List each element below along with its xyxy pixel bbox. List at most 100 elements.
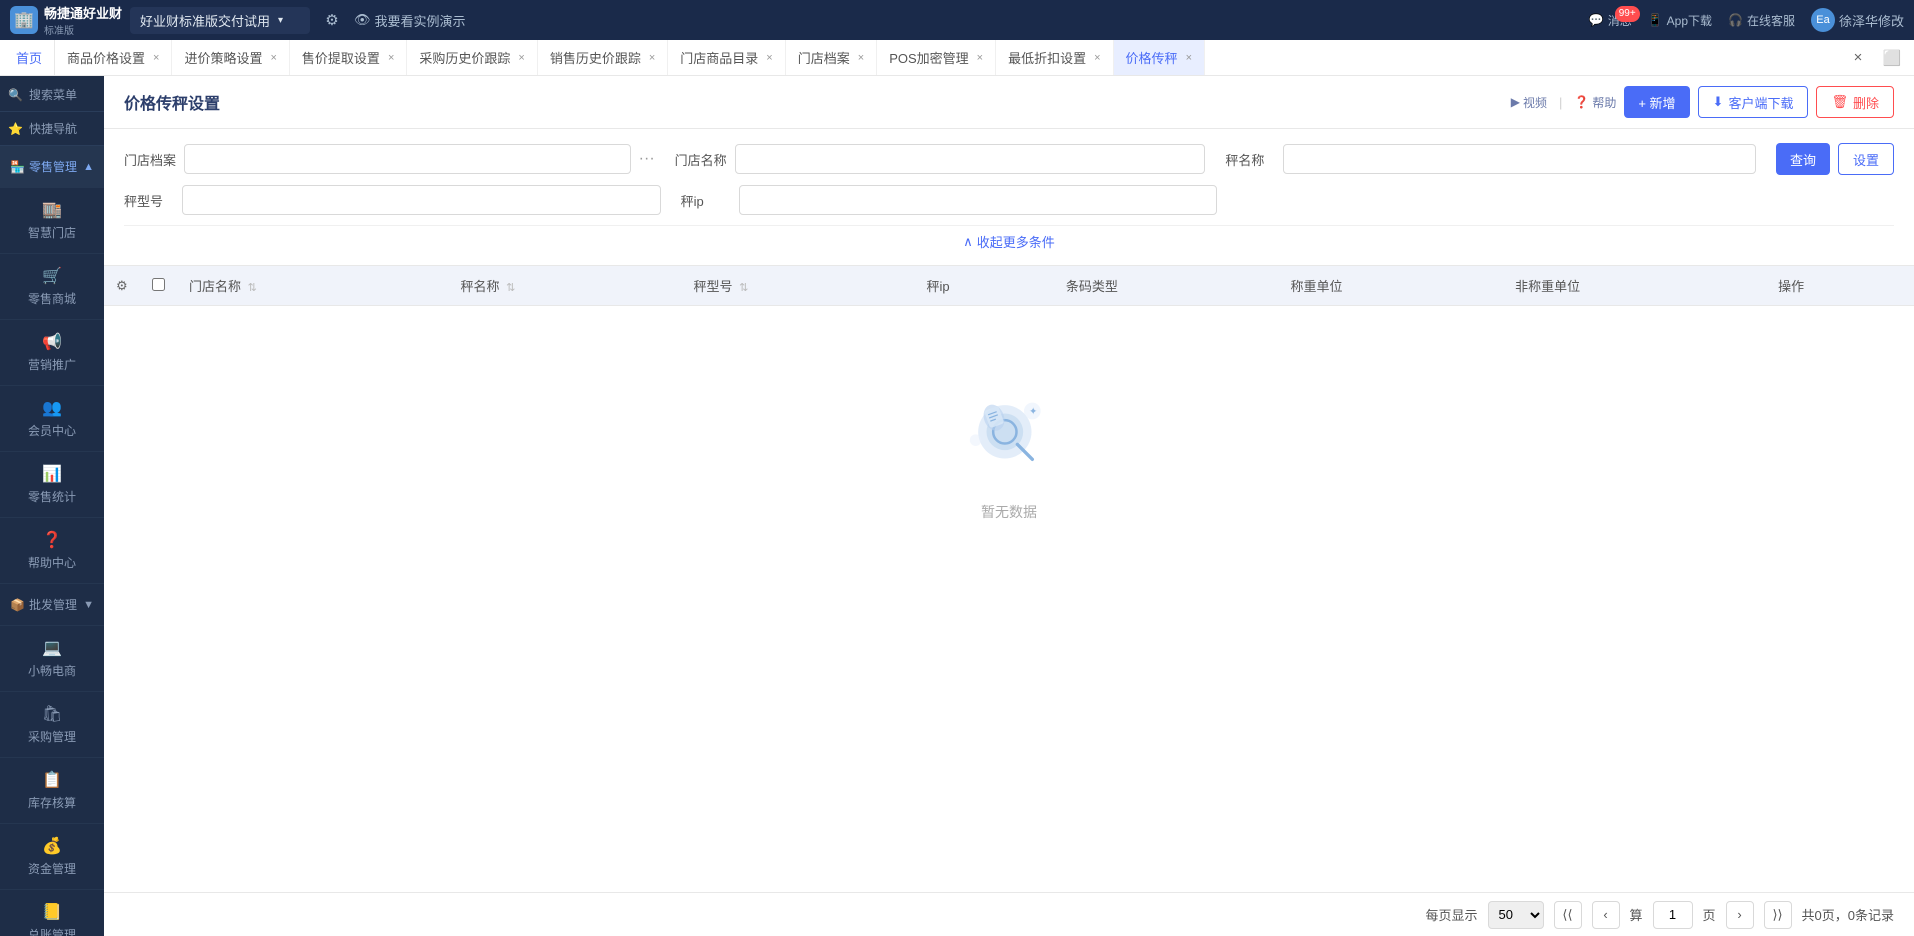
gear-icon: ⚙	[325, 11, 338, 29]
table-col-checkbox[interactable]	[140, 266, 177, 306]
message-icon: 💬	[1589, 13, 1604, 27]
sidebar-item-help-center[interactable]: ❓ 帮助中心	[0, 518, 104, 584]
close-icon[interactable]: ×	[153, 52, 159, 64]
delete-button[interactable]: 🗑 删除	[1816, 86, 1894, 118]
close-icon[interactable]: ×	[858, 52, 864, 64]
sidebar-item-inventory[interactable]: 📋 库存核算	[0, 758, 104, 824]
app-title-main: 畅捷通好业财	[44, 3, 122, 22]
store-name-input[interactable]	[735, 144, 1206, 174]
col-operation-label: 操作	[1778, 279, 1804, 294]
download-button[interactable]: ⬇ 客户端下载	[1698, 86, 1809, 118]
version-dropdown[interactable]: 好业财标准版交付试用 ▾	[130, 7, 310, 34]
sidebar-search-label: 搜索菜单	[29, 86, 77, 103]
sidebar-item-general-ledger[interactable]: 📒 总账管理	[0, 890, 104, 936]
sidebar-item-marketing[interactable]: 📢 营销推广	[0, 320, 104, 386]
settings-button[interactable]: 设置	[1838, 143, 1894, 175]
store-profile-input[interactable]	[184, 144, 631, 174]
scale-name-input[interactable]	[1283, 144, 1756, 174]
query-button[interactable]: 查询	[1776, 143, 1830, 175]
close-icon[interactable]: ×	[388, 52, 394, 64]
last-page-btn[interactable]: ⟩⟩	[1764, 901, 1792, 929]
tab-min-discount[interactable]: 最低折扣设置 ×	[996, 40, 1113, 76]
sort-icon[interactable]: ⇅	[248, 282, 257, 294]
close-icon[interactable]: ×	[649, 52, 655, 64]
empty-text: 暂无数据	[981, 502, 1037, 522]
empty-state-cell: ✦ 暂无数据	[104, 306, 1914, 603]
table-body: ✦ 暂无数据	[104, 306, 1914, 603]
sidebar-item-purchase[interactable]: 🛍 采购管理	[0, 692, 104, 758]
tab-store-profile[interactable]: 门店档案 ×	[786, 40, 877, 76]
scale-ip-input[interactable]	[739, 185, 1218, 215]
add-button[interactable]: + 新增	[1624, 86, 1689, 118]
help-link[interactable]: ❓ 帮助	[1574, 94, 1616, 111]
close-icon[interactable]: ×	[766, 52, 772, 64]
col-scale-model: 秤型号 ⇅	[682, 266, 915, 306]
retail-mgmt-icon: 🏪	[10, 160, 25, 174]
sidebar-item-retail-mgmt[interactable]: 🏪 零售管理 ▲	[0, 146, 104, 188]
sidebar-item-retail-mall[interactable]: 🛒 零售商城	[0, 254, 104, 320]
user-avatar-icon: Ea	[1816, 14, 1829, 26]
online-service-action[interactable]: 🎧 在线客服	[1728, 12, 1795, 29]
tab-purchase-strategy[interactable]: 进价策略设置 ×	[172, 40, 289, 76]
close-icon[interactable]: ×	[977, 52, 983, 64]
sidebar-item-wholesale[interactable]: 📦 批发管理 ▼	[0, 584, 104, 626]
tab-sale-extract[interactable]: 售价提取设置 ×	[290, 40, 407, 76]
tab-product-price-label: 商品价格设置	[67, 48, 145, 67]
close-icon[interactable]: ×	[270, 52, 276, 64]
sidebar-item-smart-store[interactable]: 🏬 智慧门店	[0, 188, 104, 254]
prev-page-btn[interactable]: ‹	[1592, 901, 1620, 929]
sort-icon[interactable]: ⇅	[739, 282, 748, 294]
tab-home[interactable]: 首页	[4, 40, 55, 76]
user-info[interactable]: Ea 徐泽华修改	[1811, 8, 1904, 32]
close-icon[interactable]: ×	[1186, 52, 1192, 64]
help-label: 帮助中心	[28, 554, 76, 571]
sidebar-item-ecommerce[interactable]: 💻 小畅电商	[0, 626, 104, 692]
inventory-label: 库存核算	[28, 794, 76, 811]
sidebar-item-finance[interactable]: 💰 资金管理	[0, 824, 104, 890]
tab-purchase-history[interactable]: 采购历史价跟踪 ×	[407, 40, 537, 76]
dots-icon[interactable]: ···	[639, 150, 655, 168]
stats-label: 零售统计	[28, 488, 76, 505]
store-name-label: 门店名称	[675, 150, 727, 169]
tab-price-scale[interactable]: 价格传秤 ×	[1114, 40, 1205, 76]
page-size-select[interactable]: 10 20 50 100	[1488, 901, 1544, 929]
messages-action[interactable]: 💬 消息 99+	[1589, 12, 1632, 29]
delete-label: 删除	[1853, 93, 1879, 112]
close-icon[interactable]: ×	[1094, 52, 1100, 64]
filter-scale-model: 秤型号	[124, 185, 661, 215]
demo-link[interactable]: 👁 我要看实例演示	[354, 11, 466, 30]
wholesale-icon: 📦	[10, 598, 25, 612]
close-window-btn[interactable]: ×	[1844, 44, 1872, 72]
gear-icon[interactable]: ⚙	[116, 278, 128, 293]
collapse-filter-btn[interactable]: ∧ 收起更多条件	[124, 225, 1894, 257]
sidebar-search[interactable]: 🔍 搜索菜单	[0, 76, 104, 112]
col-non-weight-unit-label: 非称重单位	[1515, 279, 1580, 294]
sidebar-item-retail-stats[interactable]: 📊 零售统计	[0, 452, 104, 518]
col-store-name: 门店名称 ⇅	[177, 266, 448, 306]
table-col-settings[interactable]: ⚙	[104, 266, 140, 306]
page-number-input[interactable]	[1653, 901, 1693, 929]
scale-model-input[interactable]	[182, 185, 661, 215]
tab-sale-history[interactable]: 销售历史价跟踪 ×	[538, 40, 668, 76]
sidebar-quick-nav-label: 快捷导航	[29, 120, 77, 137]
app-download-action[interactable]: 📱 App下载	[1648, 12, 1712, 29]
settings-icon-btn[interactable]: ⚙	[318, 6, 346, 34]
app-title-sub: 标准版	[44, 22, 122, 37]
expand-window-btn[interactable]: ⬜	[1878, 44, 1906, 72]
expand-down-icon: ▼	[83, 599, 94, 611]
sidebar-quick-nav[interactable]: ⭐ 快捷导航	[0, 112, 104, 146]
tab-store-catalog[interactable]: 门店商品目录 ×	[668, 40, 785, 76]
sidebar-item-member-center[interactable]: 👥 会员中心	[0, 386, 104, 452]
video-link[interactable]: ▶ 视频	[1511, 94, 1547, 111]
select-all-checkbox[interactable]	[152, 278, 165, 291]
next-page-btn[interactable]: ›	[1726, 901, 1754, 929]
first-page-btn[interactable]: ⟨⟨	[1554, 901, 1582, 929]
tab-pos-encrypt[interactable]: POS加密管理 ×	[877, 40, 996, 76]
tab-product-price[interactable]: 商品价格设置 ×	[55, 40, 172, 76]
close-icon[interactable]: ×	[518, 52, 524, 64]
data-table: ⚙ 门店名称 ⇅ 秤名称 ⇅	[104, 266, 1914, 602]
table-container: ⚙ 门店名称 ⇅ 秤名称 ⇅	[104, 266, 1914, 892]
demo-label: 我要看实例演示	[375, 11, 466, 30]
expand-icon: ▲	[83, 161, 94, 173]
sort-icon[interactable]: ⇅	[506, 282, 515, 294]
